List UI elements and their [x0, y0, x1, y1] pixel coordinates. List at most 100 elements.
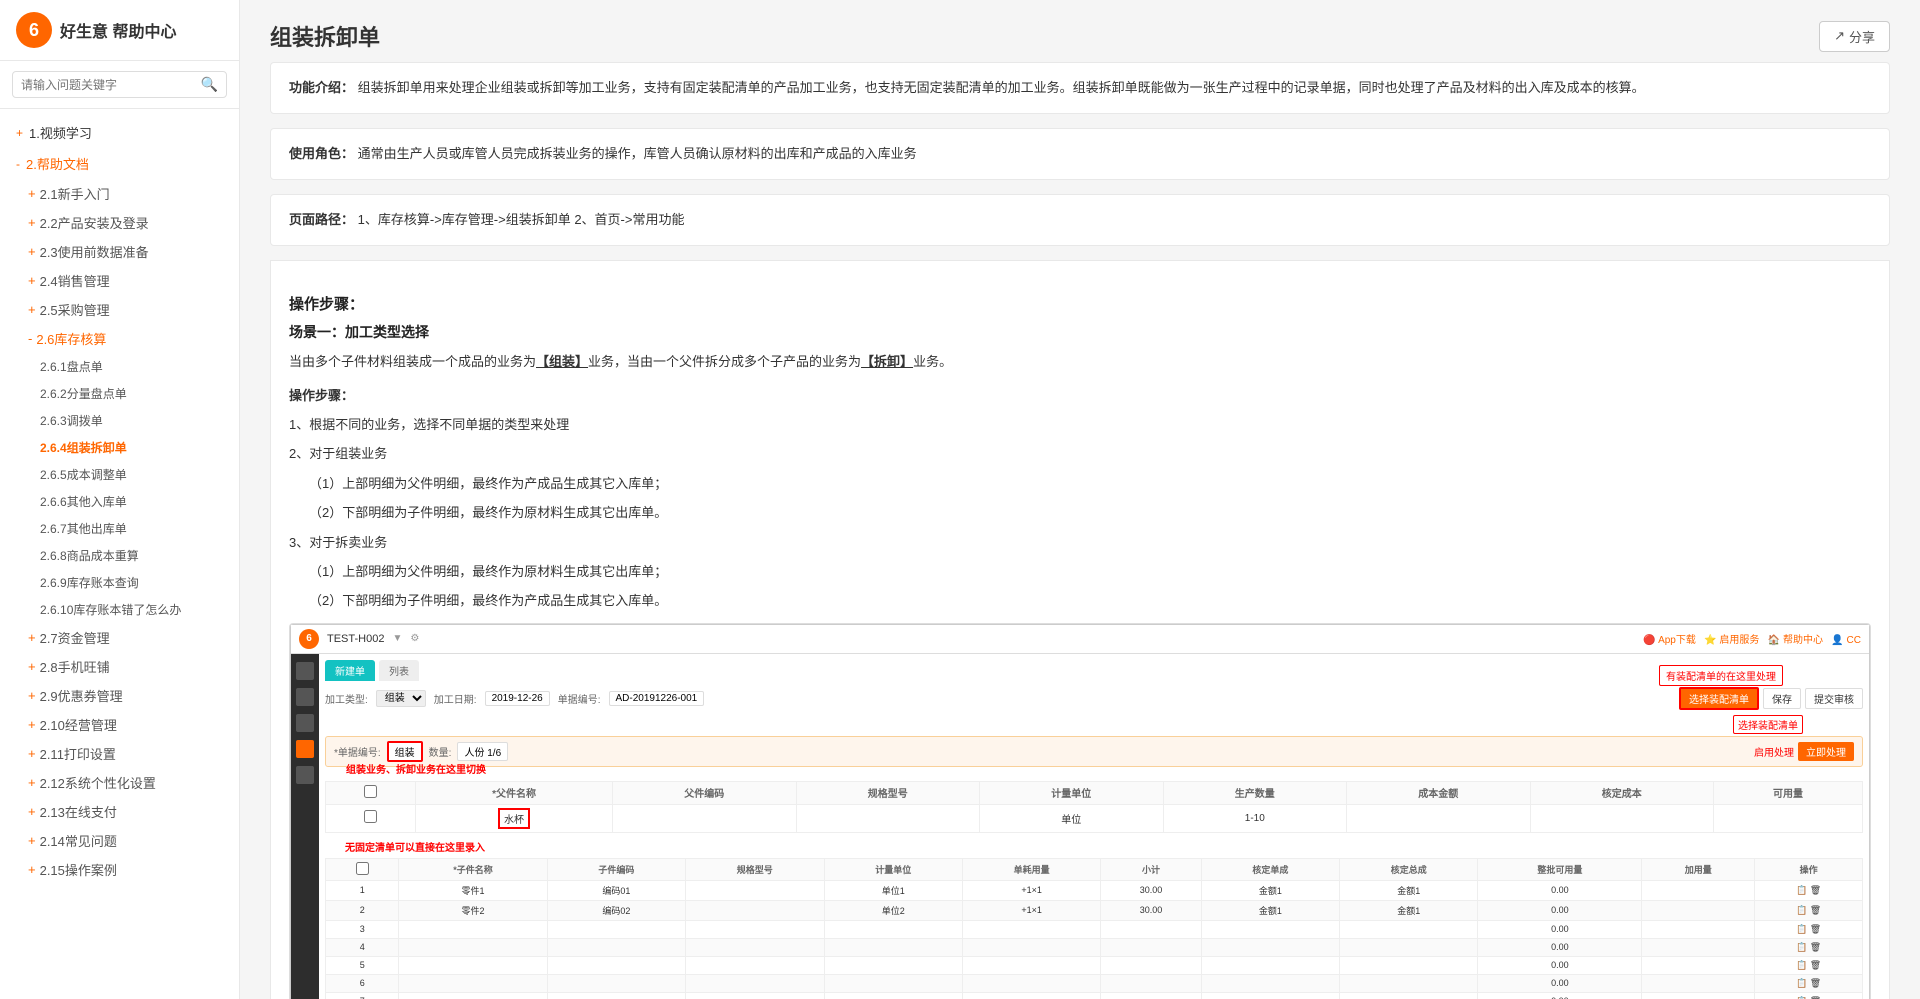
path-label: 页面路径： [289, 212, 354, 227]
scene1-intro: 当由多个子件材料组装成一个成品的业务为【组装】业务，当由一个父件拆分成多个子产品… [289, 350, 1871, 373]
sidebar-item-ledger-query[interactable]: 2.6.9库存账本查询 [0, 569, 239, 596]
app-form-row2: *单据编号: 组装 数量: 人份 1/6 组装业务、拆卸业务在这里切换 [325, 736, 1863, 767]
sidebar-item-operations[interactable]: + 2.10经营管理 [0, 710, 239, 739]
lower-table-area: *子件名称 子件编码 规格型号 计量单位 单耗用量 小计 核定单成 核定总成 [325, 858, 1863, 999]
btn-submit[interactable]: 提交审核 [1805, 688, 1863, 709]
td-prodqty: 1-10 [1163, 804, 1347, 832]
search-box[interactable]: 🔍 [12, 71, 227, 98]
td-name-box: 水杯 [498, 808, 530, 829]
th-parent-name: *父件名称 [416, 781, 613, 804]
app-logo-text: 好生意 帮助中心 [60, 18, 176, 42]
form-select-type[interactable]: 组装拆卸 [376, 690, 426, 707]
sidebar-item-cost-recalc[interactable]: 2.6.8商品成本重算 [0, 542, 239, 569]
sidebar-item-coupon[interactable]: + 2.9优惠券管理 [0, 681, 239, 710]
step3: 3、对于拆卖业务 [289, 531, 1871, 554]
helpdocs-subitems: + 2.1新手入门 + 2.2产品安装及登录 + 2.3使用前数据准备 + 2.… [0, 179, 239, 884]
lth-subtotal: 小计 [1101, 858, 1201, 880]
sidebar-item-cases[interactable]: + 2.15操作案例 [0, 855, 239, 884]
ops-steps-title: 操作步骤： [289, 384, 1871, 407]
lower-row-4: 40.00📋 🗑 [326, 938, 1863, 956]
scene1-title: 场景一：加工类型选择 [289, 322, 1871, 342]
app-tab-new: 新建单 [325, 660, 375, 681]
sidebar-item-sales[interactable]: + 2.4销售管理 [0, 266, 239, 295]
sidebar-item-other-out[interactable]: 2.6.7其他出库单 [0, 515, 239, 542]
sidebar-item-helpdocs[interactable]: - 2.帮助文档 [0, 148, 239, 179]
path-text: 1、库存核算->库存管理->组装拆卸单 2、首页->常用功能 [358, 212, 685, 227]
app-tabs-row: 新建单 列表 [325, 660, 1863, 681]
sidebar-item-cost-adjust[interactable]: 2.6.5成本调整单 [0, 461, 239, 488]
sidebar-item-finance[interactable]: + 2.7资金管理 [0, 623, 239, 652]
main-header: 组装拆卸单 ↗ 分享 [240, 0, 1920, 62]
annotation3-text: 组装业务、拆卸业务在这里切换 [346, 761, 486, 776]
role-box: 使用角色： 通常由生产人员或库管人员完成拆装业务的操作，库管人员确认原材料的出库… [270, 128, 1890, 180]
sidebar-item-print[interactable]: + 2.11打印设置 [0, 739, 239, 768]
prefix-icon: + [28, 215, 36, 230]
lth-usage: 单耗用量 [962, 858, 1100, 880]
app-env-label: TEST-H002 [327, 633, 384, 645]
search-input[interactable] [21, 78, 201, 92]
operations-block: 操作步骤： 场景一：加工类型选择 当由多个子件材料组装成一个成品的业务为【组装】… [270, 260, 1890, 999]
search-icon[interactable]: 🔍 [201, 76, 218, 93]
lower-table-header: *子件名称 子件编码 规格型号 计量单位 单耗用量 小计 核定单成 核定总成 [326, 858, 1863, 880]
sidebar-item-faq[interactable]: + 2.14常见问题 [0, 826, 239, 855]
th-spec: 规格型号 [796, 781, 980, 804]
app-form-area: 新建单 列表 加工类型: 组装拆卸 加工日期: 2019-12-26 单据编号:… [319, 654, 1869, 999]
sidebar-item-other-in[interactable]: 2.6.6其他入库单 [0, 488, 239, 515]
sidebar-item-newuser[interactable]: + 2.1新手入门 [0, 179, 239, 208]
form-label-qty: 数量: [429, 744, 452, 759]
th-cost: 成本金额 [1347, 781, 1531, 804]
sidebar-item-partial-stocktake[interactable]: 2.6.2分量盘点单 [0, 380, 239, 407]
app-icon4-active [296, 740, 314, 758]
prefix-icon: + [28, 186, 36, 201]
app-menu-icons: 🔴 App下载 ⭐ 启用服务 🏠 帮助中心 👤 CC [1643, 631, 1861, 646]
form-bill: AD-20191226-001 [609, 691, 705, 706]
search-area: 🔍 [0, 61, 239, 109]
sidebar-item-mobile[interactable]: + 2.8手机旺铺 [0, 652, 239, 681]
th-parent-code: 父件编码 [613, 781, 797, 804]
select-all-checkbox[interactable] [364, 785, 377, 798]
sidebar: 6 好生意 帮助中心 🔍 + 1.视频学习 - 2.帮助文档 + 2.1新手入门… [0, 0, 240, 999]
app-dropdown-icon: ▼ [392, 633, 402, 644]
lower-row-7: 70.00📋 🗑 [326, 992, 1863, 999]
btn-select-bom[interactable]: 选择装配清单 [1679, 687, 1759, 710]
sidebar-item-install[interactable]: + 2.2产品安装及登录 [0, 208, 239, 237]
lower-table: *子件名称 子件编码 规格型号 计量单位 单耗用量 小计 核定单成 核定总成 [325, 858, 1863, 999]
prefix-icon: + [28, 302, 36, 317]
lth-std-total: 核定总成 [1340, 858, 1478, 880]
sidebar-item-settings[interactable]: + 2.12系统个性化设置 [0, 768, 239, 797]
inventory-subitems: 2.6.1盘点单 2.6.2分量盘点单 2.6.3调拨单 2.6.4组装拆卸单 … [0, 353, 239, 623]
app-sidebar-icons [291, 654, 319, 999]
sidebar-item-transfer[interactable]: 2.6.3调拨单 [0, 407, 239, 434]
page-title: 组装拆卸单 [270, 20, 380, 52]
app-screenshot: 6 TEST-H002 ▼ ⚙ 🔴 App下载 ⭐ 启用服务 🏠 帮助中心 👤 … [290, 624, 1870, 999]
form-type-switcher[interactable]: 组装 [387, 741, 423, 762]
logo-area: 6 好生意 帮助中心 [0, 0, 239, 61]
btn-enable[interactable]: 立即处理 [1798, 742, 1854, 761]
share-icon: ↗ [1834, 28, 1845, 44]
btn-save[interactable]: 保存 [1763, 688, 1801, 709]
role-text: 通常由生产人员或库管人员完成拆装业务的操作，库管人员确认原材料的出库和产成品的入… [358, 146, 917, 161]
annotation2-row: 选择装配清单 [325, 715, 1863, 734]
lower-row-2: 2 零件2 编码02 单位2 +1×1 30.00 金额1 [326, 900, 1863, 920]
step1: 1、根据不同的业务，选择不同单据的类型来处理 [289, 413, 1871, 436]
annotation5-text: 无固定清单可以直接在这里录入 [345, 843, 485, 854]
sidebar-item-videos[interactable]: + 1.视频学习 [0, 117, 239, 148]
share-button[interactable]: ↗ 分享 [1819, 21, 1890, 52]
annotation1-text: 有装配清单的在这里处理 [1659, 665, 1783, 686]
sidebar-item-inventory[interactable]: - 2.6库存核算 [0, 324, 239, 353]
app-icon2 [296, 688, 314, 706]
sidebar-item-purchase[interactable]: + 2.5采购管理 [0, 295, 239, 324]
sidebar-item-payment[interactable]: + 2.13在线支付 [0, 797, 239, 826]
step3-2: （2）下部明细为子件明细，最终作为产成品生成其它入库单。 [289, 589, 1871, 612]
sidebar-item-ledger-fix[interactable]: 2.6.10库存账本错了怎么办 [0, 596, 239, 623]
form-label-type: 加工类型: [325, 691, 368, 706]
th-unit: 计量单位 [980, 781, 1164, 804]
sidebar-item-stocktake[interactable]: 2.6.1盘点单 [0, 353, 239, 380]
upper-table-area: *父件名称 父件编码 规格型号 计量单位 生产数量 成本金额 核定成本 可用量 [325, 781, 1863, 833]
step3-1: （1）上部明细为父件明细，最终作为原材料生成其它出库单； [289, 560, 1871, 583]
sidebar-item-dataprep[interactable]: + 2.3使用前数据准备 [0, 237, 239, 266]
app-logo-small: 6 [299, 629, 319, 649]
sidebar-item-assembly[interactable]: 2.6.4组装拆卸单 [0, 434, 239, 461]
func-intro-text: 组装拆卸单用来处理企业组装或拆卸等加工业务，支持有固定装配清单的产品加工业务，也… [358, 80, 1645, 95]
func-intro-box: 功能介绍： 组装拆卸单用来处理企业组装或拆卸等加工业务，支持有固定装配清单的产品… [270, 62, 1890, 114]
